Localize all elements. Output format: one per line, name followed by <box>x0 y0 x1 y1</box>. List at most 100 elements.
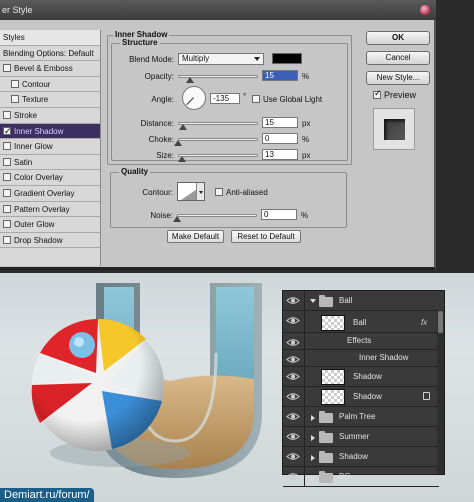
chevron-right-icon[interactable] <box>311 455 315 461</box>
effect-checkbox[interactable] <box>3 188 11 197</box>
effect-item-satin[interactable]: Satin <box>0 155 100 171</box>
distance-slider[interactable] <box>178 122 258 125</box>
visibility-eye-icon[interactable] <box>286 316 300 325</box>
layer-row[interactable]: BG <box>283 467 439 487</box>
effect-item-pattern-overlay[interactable]: Pattern Overlay <box>0 202 100 218</box>
effect-checkbox[interactable] <box>3 64 11 73</box>
effect-checkbox[interactable] <box>11 95 19 104</box>
effect-item-contour[interactable]: Contour <box>0 77 100 93</box>
effect-item-texture[interactable]: Texture <box>0 92 100 108</box>
effect-label: Inner Shadow <box>14 126 64 136</box>
make-default-button[interactable]: Make Default <box>167 230 224 243</box>
folder-icon <box>319 471 333 483</box>
visibility-eye-icon[interactable] <box>286 412 300 421</box>
noise-field[interactable]: 0 <box>261 209 297 220</box>
eye-column <box>283 407 305 426</box>
distance-field[interactable]: 15 <box>262 117 298 128</box>
effect-checkbox[interactable] <box>3 110 11 119</box>
opacity-slider-knob[interactable] <box>186 77 194 83</box>
visibility-eye-icon[interactable] <box>286 392 300 401</box>
chevron-right-icon[interactable] <box>311 475 315 481</box>
contour-picker[interactable] <box>177 182 205 201</box>
visibility-eye-icon[interactable] <box>286 432 300 441</box>
effect-label: Outer Glow <box>14 220 55 230</box>
layer-row[interactable]: Inner Shadow <box>283 350 439 367</box>
preview-swatch <box>384 119 405 140</box>
effect-checkbox[interactable] <box>3 173 11 182</box>
effect-checkbox[interactable] <box>3 220 11 229</box>
effect-item-gradient-overlay[interactable]: Gradient Overlay <box>0 186 100 202</box>
effect-item-color-overlay[interactable]: Color Overlay <box>0 170 100 186</box>
blend-mode-select[interactable]: Multiply <box>178 53 264 65</box>
effect-item-inner-shadow[interactable]: Inner Shadow <box>0 123 100 140</box>
eye-column <box>283 447 305 466</box>
choke-field[interactable]: 0 <box>262 133 298 144</box>
ok-button[interactable]: OK <box>366 31 430 45</box>
visibility-eye-icon[interactable] <box>286 452 300 461</box>
visibility-eye-icon[interactable] <box>286 338 300 347</box>
effect-checkbox[interactable] <box>3 142 11 151</box>
use-global-light-checkbox[interactable] <box>252 95 260 103</box>
dialog-titlebar[interactable]: er Style <box>0 0 436 20</box>
eye-column <box>283 350 305 366</box>
effect-item-inner-glow[interactable]: Inner Glow <box>0 139 100 155</box>
size-field[interactable]: 13 <box>262 149 298 160</box>
layer-row[interactable]: Shadow <box>283 387 439 407</box>
effect-item-outer-glow[interactable]: Outer Glow <box>0 217 100 233</box>
effect-checkbox[interactable] <box>3 124 12 138</box>
close-icon[interactable] <box>420 5 430 15</box>
size-slider[interactable] <box>178 154 258 157</box>
cancel-button[interactable]: Cancel <box>366 51 430 65</box>
distance-slider-knob[interactable] <box>178 124 187 130</box>
chevron-right-icon[interactable] <box>311 415 315 421</box>
shadow-color-swatch[interactable] <box>272 53 302 64</box>
angle-dial[interactable] <box>182 86 206 110</box>
chevron-right-icon[interactable] <box>311 435 315 441</box>
beach-ball <box>31 318 165 451</box>
visibility-eye-icon[interactable] <box>286 372 300 381</box>
blending-options-item[interactable]: Blending Options: Default <box>0 46 100 62</box>
styles-header[interactable]: Styles <box>0 30 100 46</box>
visibility-eye-icon[interactable] <box>286 355 300 364</box>
chevron-down-icon[interactable] <box>310 299 316 303</box>
opacity-field[interactable]: 15 <box>262 70 298 81</box>
fx-badge-icon[interactable]: fx <box>421 313 427 333</box>
effect-checkbox[interactable] <box>11 79 19 88</box>
chevron-down-icon[interactable] <box>196 183 204 200</box>
visibility-eye-icon[interactable] <box>286 296 300 305</box>
noise-slider[interactable] <box>177 214 257 217</box>
chevron-down-icon <box>254 57 260 61</box>
effect-item-drop-shadow[interactable]: Drop Shadow <box>0 233 100 249</box>
noise-slider-knob[interactable] <box>173 216 181 222</box>
new-style-button[interactable]: New Style... <box>366 71 430 85</box>
preview-checkbox[interactable] <box>373 88 382 99</box>
layer-row[interactable]: Shadow <box>283 447 439 467</box>
layers-scrollbar[interactable] <box>437 310 444 474</box>
effect-checkbox[interactable] <box>3 204 11 213</box>
effect-checkbox[interactable] <box>3 235 11 244</box>
choke-slider[interactable] <box>178 138 258 141</box>
effect-label: Bevel & Emboss <box>14 64 73 74</box>
styles-list: Styles Blending Options: Default Bevel &… <box>0 30 101 266</box>
visibility-eye-icon[interactable] <box>286 472 300 481</box>
anti-aliased-checkbox[interactable] <box>215 188 223 196</box>
effect-checkbox[interactable] <box>3 157 11 166</box>
layer-row[interactable]: Ball <box>283 291 439 311</box>
effect-item-stroke[interactable]: Stroke <box>0 108 100 124</box>
lock-icon <box>423 392 430 400</box>
angle-field[interactable]: -135 <box>210 93 240 104</box>
choke-unit: % <box>302 135 310 144</box>
reset-to-default-button[interactable]: Reset to Default <box>231 230 301 243</box>
layer-row[interactable]: Ball fx <box>283 311 439 333</box>
size-slider-knob[interactable] <box>178 156 186 162</box>
layer-name: Shadow <box>353 372 382 381</box>
layer-row[interactable]: Shadow <box>283 367 439 387</box>
choke-slider-knob[interactable] <box>174 140 182 146</box>
layer-row[interactable]: Palm Tree <box>283 407 439 427</box>
style-preview <box>373 108 415 150</box>
layer-row[interactable]: Effects <box>283 333 439 350</box>
opacity-unit: % <box>302 72 310 81</box>
effect-item-bevel-emboss[interactable]: Bevel & Emboss <box>0 61 100 77</box>
layer-row[interactable]: Summer <box>283 427 439 447</box>
scrollbar-thumb[interactable] <box>438 311 443 333</box>
